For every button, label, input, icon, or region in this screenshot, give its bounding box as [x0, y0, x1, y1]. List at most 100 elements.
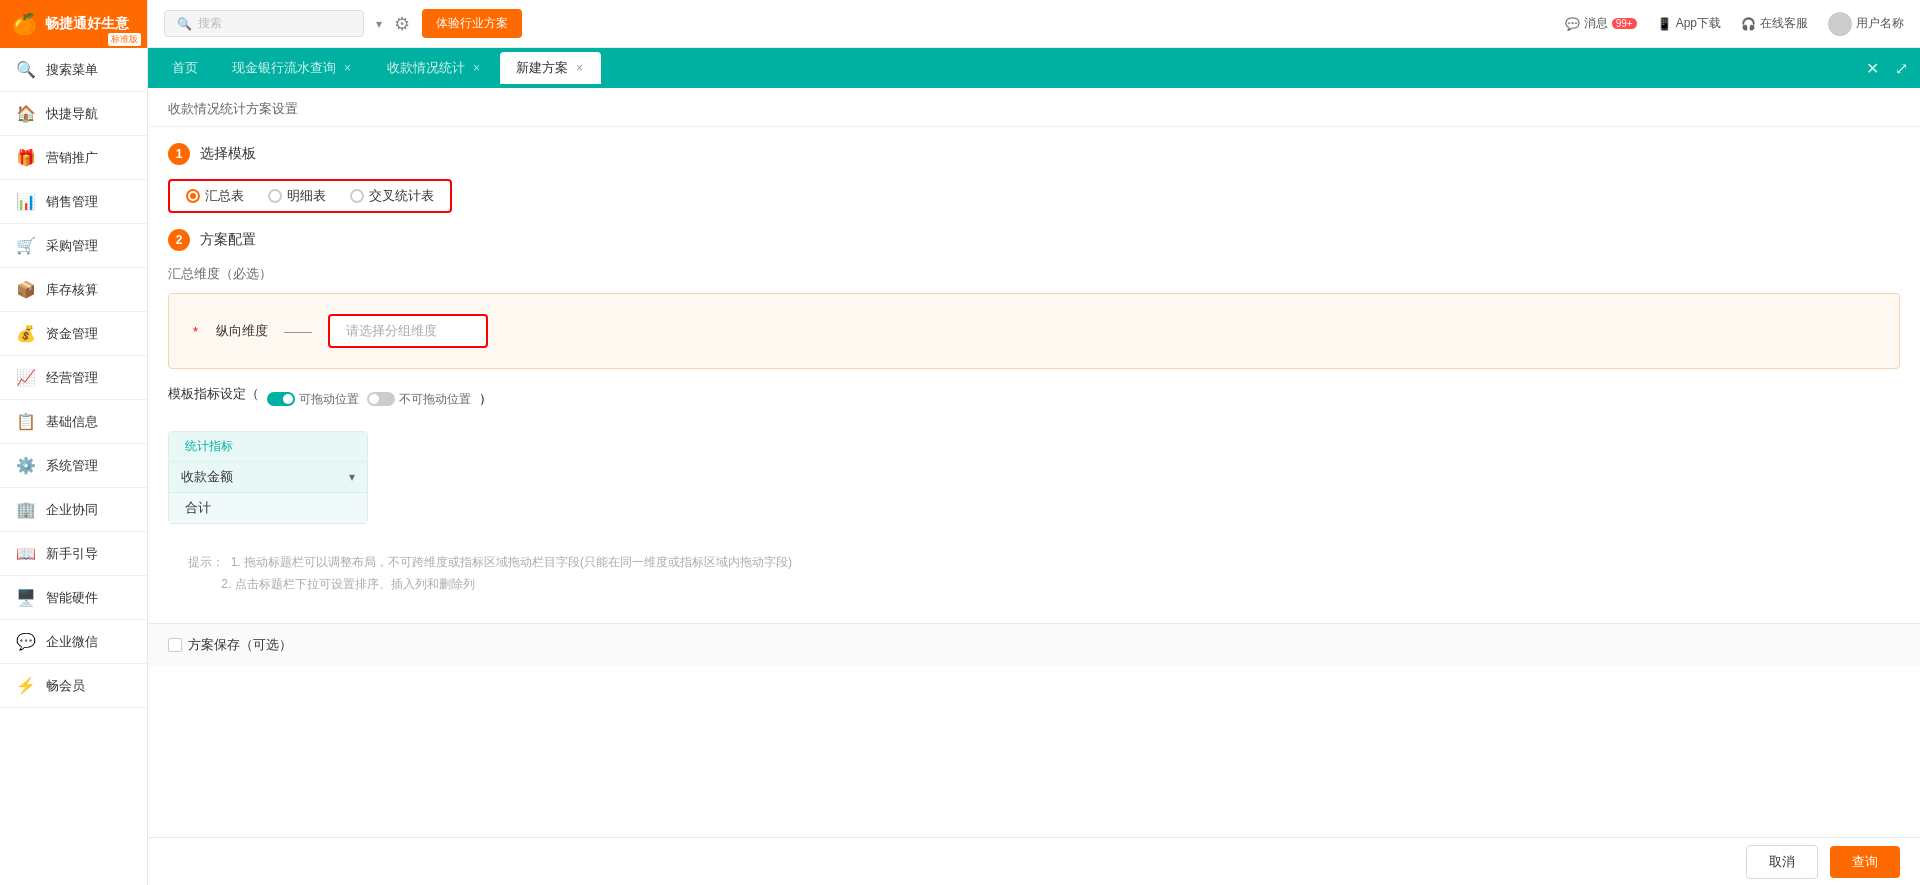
user-avatar	[1828, 12, 1852, 36]
save-bar: 方案保存（可选）	[148, 623, 1920, 666]
tab-bank-flow[interactable]: 现金银行流水查询 ×	[216, 52, 369, 84]
radio-detail-label: 明细表	[287, 187, 326, 205]
dimension-title-text: 汇总维度（必选）	[168, 266, 272, 281]
service-btn[interactable]: 🎧 在线客服	[1741, 15, 1808, 32]
main-content: 🔍 搜索 ▾ ⚙ 体验行业方案 💬 消息 99+ 📱 App下载 🎧 在线客服 …	[148, 0, 1920, 885]
search-menu-icon: 🔍	[16, 60, 36, 79]
search-icon: 🔍	[177, 17, 192, 31]
metrics-label-text: 模板指标设定（	[168, 385, 259, 403]
tip-1: 提示： 1. 拖动标题栏可以调整布局，不可跨维度或指标区域拖动栏目字段(只能在同…	[188, 552, 1880, 574]
tab-close-all-icon[interactable]: ✕	[1862, 55, 1883, 82]
service-label: 在线客服	[1760, 15, 1808, 32]
tab-receipts-stat-label: 收款情况统计	[387, 59, 465, 77]
step2-title: 方案配置	[200, 231, 256, 249]
page-content: 收款情况统计方案设置 1 选择模板 汇总表 明细表	[148, 88, 1920, 837]
tab-home-label: 首页	[172, 59, 198, 77]
metrics-table-header: 统计指标	[169, 432, 367, 462]
tab-bank-flow-close[interactable]: ×	[342, 61, 353, 75]
tab-new-plan-close[interactable]: ×	[574, 61, 585, 75]
sidebar-label-search-menu: 搜索菜单	[46, 61, 98, 79]
radio-detail-circle	[268, 189, 282, 203]
tab-expand-icon[interactable]: ⤢	[1891, 55, 1912, 82]
step1-section: 1 选择模板 汇总表 明细表 交叉统计表	[148, 127, 1920, 229]
cancel-button[interactable]: 取消	[1746, 845, 1818, 879]
download-btn[interactable]: 📱 App下载	[1657, 15, 1721, 32]
save-checkbox[interactable]	[168, 638, 182, 652]
sidebar-item-finance[interactable]: 💰 资金管理	[0, 312, 147, 356]
dimension-section-title: 汇总维度（必选）	[168, 265, 1900, 283]
step2-section: 2 方案配置 汇总维度（必选） * 纵向维度 —— 请选择分组维度	[148, 229, 1920, 623]
settings-gear-icon[interactable]: ⚙	[394, 13, 410, 35]
save-checkbox-text: 方案保存（可选）	[188, 636, 292, 654]
sidebar-item-marketing[interactable]: 🎁 营销推广	[0, 136, 147, 180]
tab-bar-actions: ✕ ⤢	[1862, 55, 1912, 82]
page-inner: 收款情况统计方案设置 1 选择模板 汇总表 明细表	[148, 88, 1920, 837]
sidebar-item-system[interactable]: ⚙️ 系统管理	[0, 444, 147, 488]
hardware-icon: 🖥️	[16, 588, 36, 607]
vertical-dim-label: 纵向维度	[216, 322, 268, 340]
immovable-label: 不可拖动位置	[399, 391, 471, 408]
sidebar-item-sales[interactable]: 📊 销售管理	[0, 180, 147, 224]
tab-bar: 首页 现金银行流水查询 × 收款情况统计 × 新建方案 × ✕ ⤢	[148, 48, 1920, 88]
download-label: App下载	[1676, 15, 1721, 32]
wechat-icon: 💬	[16, 632, 36, 651]
step1-header: 1 选择模板	[168, 143, 1900, 165]
user-menu[interactable]: 用户名称	[1828, 12, 1904, 36]
sidebar-item-guide[interactable]: 📖 新手引导	[0, 532, 147, 576]
sidebar-item-purchase[interactable]: 🛒 采购管理	[0, 224, 147, 268]
sidebar-label-guide: 新手引导	[46, 545, 98, 563]
sidebar-label-marketing: 营销推广	[46, 149, 98, 167]
trial-btn[interactable]: 体验行业方案	[422, 9, 522, 38]
guide-icon: 📖	[16, 544, 36, 563]
step1-title: 选择模板	[200, 145, 256, 163]
immovable-tag: 不可拖动位置	[367, 391, 471, 408]
tip1-text: 1. 拖动标题栏可以调整布局，不可跨维度或指标区域拖动栏目字段(只能在同一维度或…	[231, 555, 792, 569]
metrics-close-paren: ）	[479, 390, 492, 408]
tip-2: 2. 点击标题栏下拉可设置排序、插入列和删除列	[188, 574, 1880, 596]
search-dropdown-icon[interactable]: ▾	[376, 17, 382, 31]
sidebar-item-wechat[interactable]: 💬 企业微信	[0, 620, 147, 664]
home-icon: 🏠	[16, 104, 36, 123]
movable-tag: 可拖动位置	[267, 391, 359, 408]
step1-num: 1	[168, 143, 190, 165]
sidebar-item-operation[interactable]: 📈 经营管理	[0, 356, 147, 400]
service-icon: 🎧	[1741, 17, 1756, 31]
sidebar-item-base-info[interactable]: 📋 基础信息	[0, 400, 147, 444]
sidebar-item-quick-nav[interactable]: 🏠 快捷导航	[0, 92, 147, 136]
search-bar[interactable]: 🔍 搜索	[164, 10, 364, 37]
query-button[interactable]: 查询	[1830, 846, 1900, 878]
logo-badge: 标准版	[108, 33, 141, 46]
radio-detail[interactable]: 明细表	[268, 187, 326, 205]
sidebar-item-inventory[interactable]: 📦 库存核算	[0, 268, 147, 312]
step2-num: 2	[168, 229, 190, 251]
tab-receipts-stat[interactable]: 收款情况统计 ×	[371, 52, 498, 84]
tips-area: 提示： 1. 拖动标题栏可以调整布局，不可跨维度或指标区域拖动栏目字段(只能在同…	[168, 540, 1900, 607]
radio-summary[interactable]: 汇总表	[186, 187, 244, 205]
logo-icon: 🍊	[12, 12, 37, 36]
sidebar-label-quick-nav: 快捷导航	[46, 105, 98, 123]
dimension-input[interactable]: 请选择分组维度	[328, 314, 488, 348]
step2-header: 2 方案配置	[168, 229, 1900, 251]
sidebar-label-sales: 销售管理	[46, 193, 98, 211]
message-btn[interactable]: 💬 消息 99+	[1565, 15, 1637, 32]
header-right: 💬 消息 99+ 📱 App下载 🎧 在线客服 用户名称	[1565, 12, 1904, 36]
sidebar-item-member[interactable]: ⚡ 畅会员	[0, 664, 147, 708]
radio-cross[interactable]: 交叉统计表	[350, 187, 434, 205]
sidebar-item-hardware[interactable]: 🖥️ 智能硬件	[0, 576, 147, 620]
logo-text: 畅捷通好生意	[45, 15, 129, 33]
tab-home[interactable]: 首页	[156, 52, 214, 84]
radio-summary-circle	[186, 189, 200, 203]
sidebar-label-finance: 资金管理	[46, 325, 98, 343]
tab-receipts-stat-close[interactable]: ×	[471, 61, 482, 75]
radio-summary-label: 汇总表	[205, 187, 244, 205]
metrics-col-dropdown-icon: ▾	[349, 470, 355, 484]
metrics-col-amount[interactable]: 收款金额 ▾	[169, 462, 367, 493]
gift-icon: 🎁	[16, 148, 36, 167]
metrics-total-label: 合计	[185, 500, 211, 515]
top-header: 🔍 搜索 ▾ ⚙ 体验行业方案 💬 消息 99+ 📱 App下载 🎧 在线客服 …	[148, 0, 1920, 48]
operation-icon: 📈	[16, 368, 36, 387]
tab-new-plan[interactable]: 新建方案 ×	[500, 52, 601, 84]
sidebar-item-search-menu[interactable]: 🔍 搜索菜单	[0, 48, 147, 92]
sidebar-item-enterprise[interactable]: 🏢 企业协同	[0, 488, 147, 532]
save-checkbox-label[interactable]: 方案保存（可选）	[168, 636, 1900, 654]
